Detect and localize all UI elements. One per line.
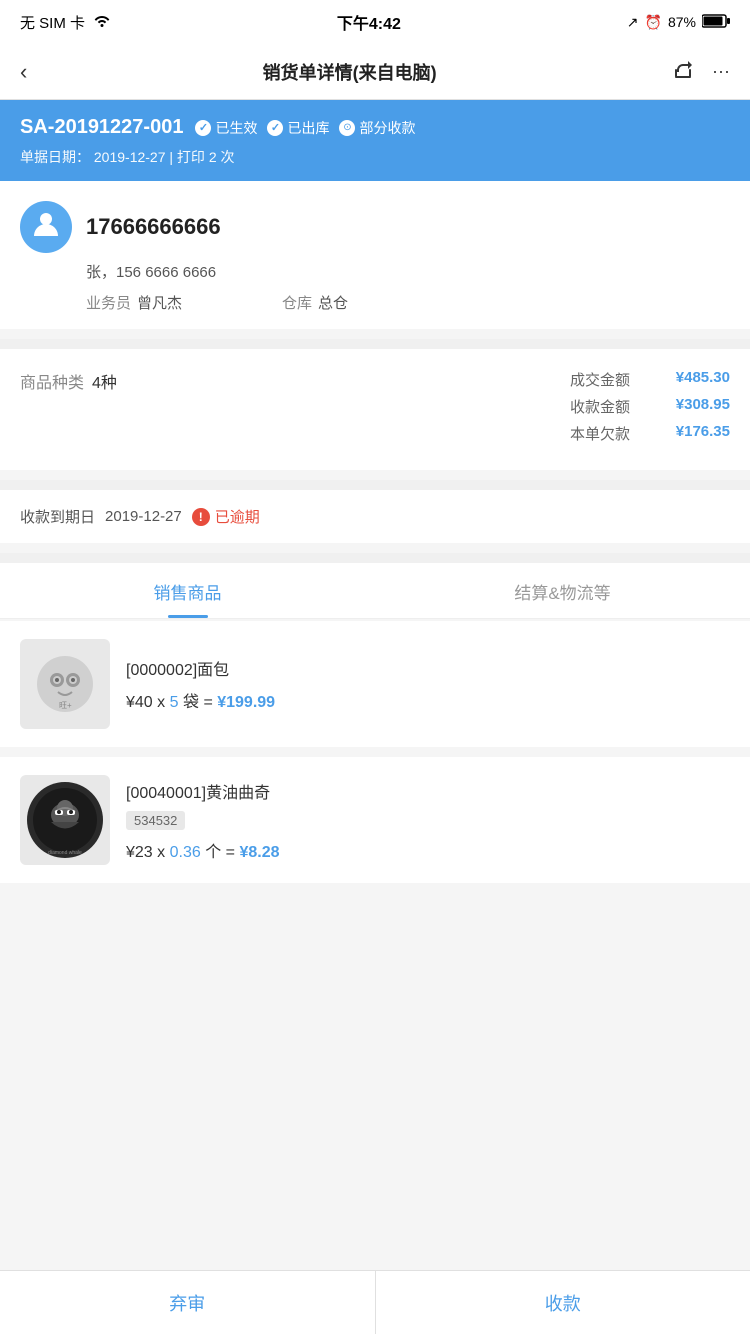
status-bar: 无 SIM 卡 下午4:42 ↗ ⏰ 87%: [0, 0, 750, 44]
product-name-2: [00040001]黄油曲奇: [126, 779, 730, 803]
badge-shipped: ✓ 已出库: [267, 118, 329, 138]
carrier-text: 无 SIM 卡: [20, 12, 85, 33]
types-value: 4种: [92, 369, 117, 393]
sales-label: 业务员: [86, 292, 131, 313]
bottom-toolbar: 弃审 收款: [0, 1270, 750, 1334]
product-item-1: 旺+ [0000002]面包 ¥40 x 5 袋 = ¥199.99: [0, 621, 750, 747]
product-price-1: ¥40 x 5 袋 = ¥199.99: [126, 688, 730, 712]
overdue-icon: !: [192, 508, 210, 526]
warehouse-value: 总仓: [318, 292, 348, 313]
customer-details: 业务员 曾凡杰 仓库 总仓: [20, 292, 730, 313]
received-value: ¥308.95: [650, 396, 730, 417]
avatar: [20, 201, 72, 253]
nav-bar: ‹ 销货单详情(来自电脑) ···: [0, 44, 750, 100]
customer-section: 17666666666 张，156 6666 6666 业务员 曾凡杰 仓库 总…: [0, 181, 750, 329]
battery-icon: [702, 14, 730, 31]
product-sku-2: 534532: [126, 811, 185, 830]
nav-left: ‹: [20, 59, 27, 85]
page-title: 销货单详情(来自电脑): [263, 59, 437, 85]
due-label: 收款到期日: [20, 506, 95, 527]
customer-phone: 17666666666: [86, 214, 221, 240]
tab-settlement[interactable]: 结算&物流等: [375, 563, 750, 618]
order-id: SA-20191227-001: [20, 116, 183, 139]
owed-label: 本单欠款: [570, 423, 630, 444]
location-icon: ↗: [627, 14, 639, 31]
overdue-badge: ! 已逾期: [192, 506, 260, 527]
order-date: 单据日期： 2019-12-27 | 打印 2 次: [20, 147, 730, 167]
product-price-2: ¥23 x 0.36 个 = ¥8.28: [126, 838, 730, 862]
order-header: SA-20191227-001 ✓ 已生效 ✓ 已出库 ⊙ 部分收款 单据日期：…: [0, 100, 750, 181]
amount-value: ¥485.30: [650, 369, 730, 390]
product-image-2: diamond whale: [20, 775, 110, 865]
share-button[interactable]: [672, 58, 694, 85]
received-label: 收款金额: [570, 396, 630, 417]
person-icon: [30, 208, 62, 247]
nav-right: ···: [672, 58, 730, 85]
product-item-2: diamond whale [00040001]黄油曲奇 534532 ¥23 …: [0, 757, 750, 883]
alarm-icon: ⏰: [645, 14, 662, 31]
product-list: 旺+ [0000002]面包 ¥40 x 5 袋 = ¥199.99: [0, 621, 750, 883]
battery-text: 87%: [668, 14, 696, 30]
due-section: 收款到期日 2019-12-27 ! 已逾期: [0, 490, 750, 543]
wifi-icon: [93, 13, 111, 31]
tab-products[interactable]: 销售商品: [0, 563, 375, 618]
svg-text:旺+: 旺+: [59, 701, 72, 710]
sales-value: 曾凡杰: [137, 292, 182, 313]
tabs-section: 销售商品 结算&物流等: [0, 563, 750, 619]
amount-label: 成交金额: [570, 369, 630, 390]
due-date: 2019-12-27: [105, 508, 182, 525]
overdue-text: 已逾期: [215, 506, 260, 527]
badge-partial: ⊙ 部分收款: [339, 118, 415, 138]
status-right: ↗ ⏰ 87%: [627, 14, 730, 31]
customer-name-phone: 张，156 6666 6666: [86, 264, 216, 281]
svg-text:diamond whale: diamond whale: [48, 850, 82, 856]
owed-value: ¥176.35: [650, 423, 730, 444]
product-info-1: [0000002]面包 ¥40 x 5 袋 = ¥199.99: [126, 656, 730, 712]
badge-effective: ✓ 已生效: [195, 118, 257, 138]
stats-section: 商品种类 4种 成交金额 ¥485.30 收款金额 ¥308.95 本单欠款 ¥…: [0, 349, 750, 470]
more-button[interactable]: ···: [712, 61, 730, 82]
confirm-button[interactable]: 收款: [376, 1271, 750, 1334]
cancel-button[interactable]: 弃审: [0, 1271, 376, 1334]
types-label: 商品种类: [20, 369, 84, 393]
status-time: 下午4:42: [337, 10, 401, 34]
back-button[interactable]: ‹: [20, 59, 27, 85]
product-info-2: [00040001]黄油曲奇 534532 ¥23 x 0.36 个 = ¥8.…: [126, 779, 730, 862]
product-name-1: [0000002]面包: [126, 656, 730, 680]
status-left: 无 SIM 卡: [20, 12, 111, 33]
product-image-1: 旺+: [20, 639, 110, 729]
status-badges: ✓ 已生效 ✓ 已出库 ⊙ 部分收款: [195, 118, 415, 138]
warehouse-label: 仓库: [282, 292, 312, 313]
